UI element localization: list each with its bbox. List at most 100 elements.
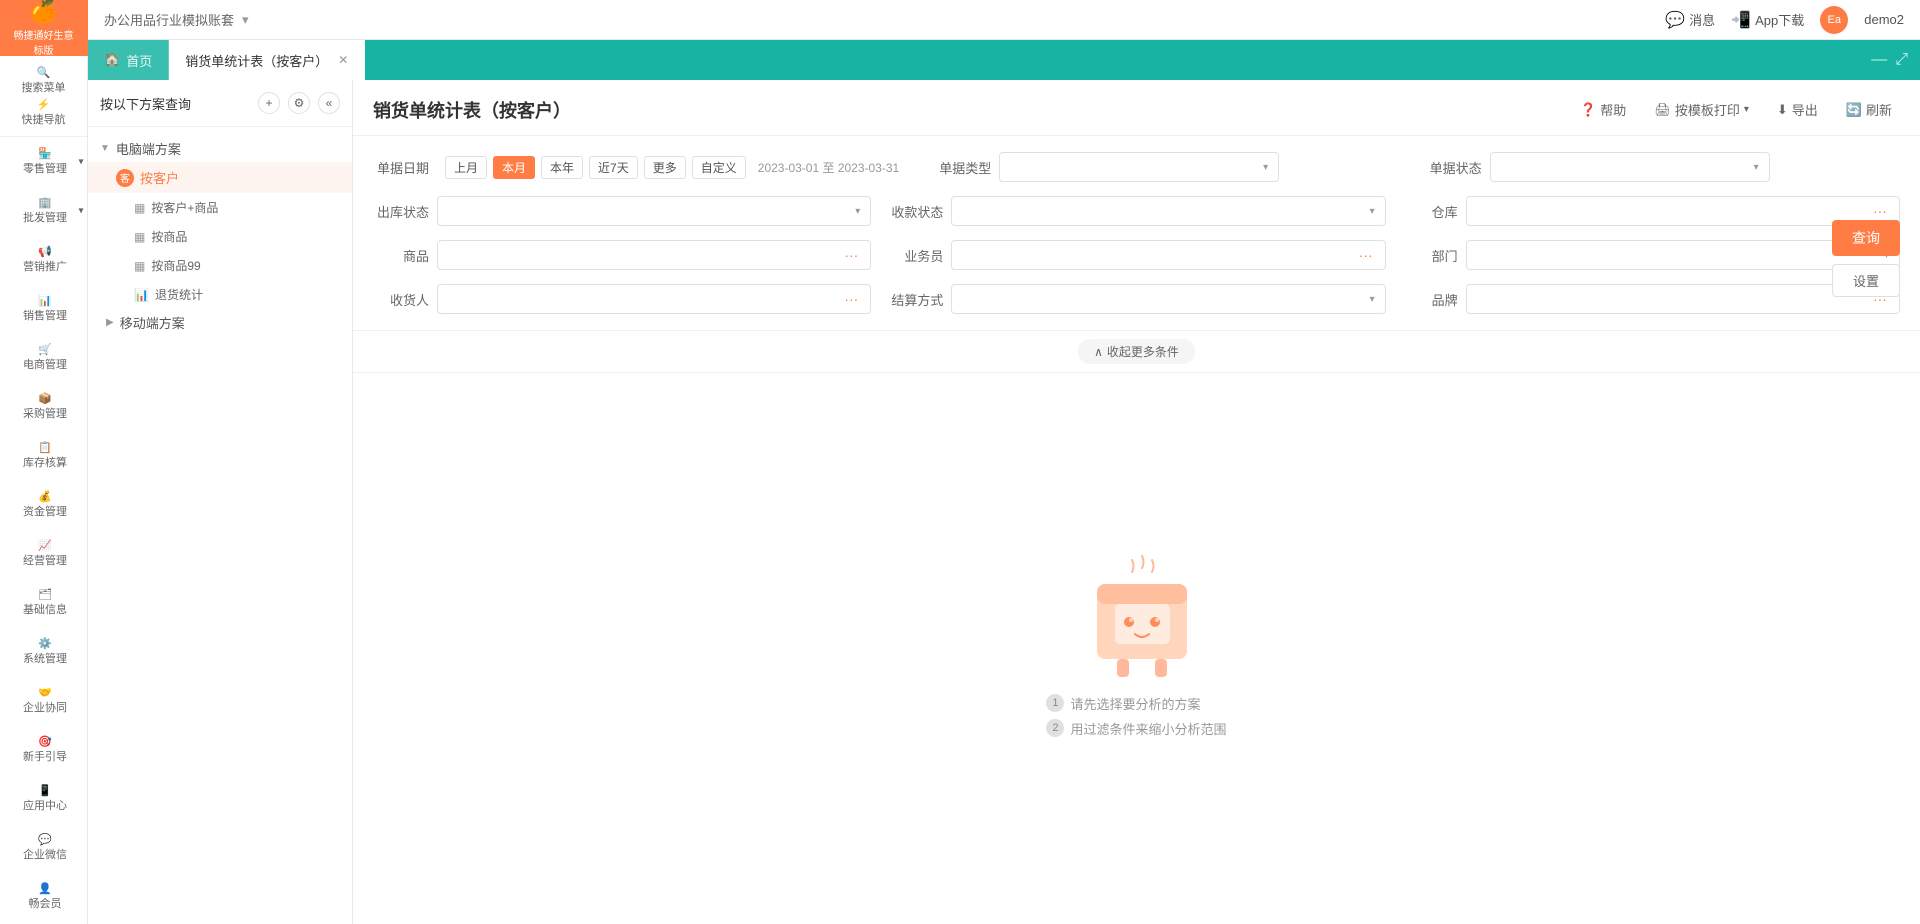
date-btn-7days[interactable]: 近7天 <box>589 156 638 179</box>
tab-sales-stats[interactable]: 销货单统计表（按客户） ✕ <box>169 40 365 80</box>
top-header: 办公用品行业模拟账套 ▾ 💬 消息 📲 App下载 Ea demo2 <box>88 0 1920 40</box>
sidebar-item-inventory[interactable]: 📋 库存核算 <box>0 431 88 480</box>
collapse-btn[interactable]: ∧ 收起更多条件 <box>1078 339 1195 364</box>
sidebar-item-operations[interactable]: 📈 经营管理 <box>0 529 88 578</box>
sidebar-item-sales[interactable]: 📊 销售管理 <box>0 284 88 333</box>
date-btn-prev-month[interactable]: 上月 <box>445 156 487 179</box>
settings-scheme-btn[interactable]: ⚙ <box>288 92 310 114</box>
print-icon: 🖨 <box>1654 102 1671 118</box>
receiver-label: 收货人 <box>373 290 429 309</box>
breadcrumb-arrow[interactable]: ▾ <box>242 12 249 28</box>
date-btn-more[interactable]: 更多 <box>644 156 686 179</box>
user-name: demo2 <box>1864 12 1904 27</box>
tab-minimize-btn[interactable]: — <box>1871 51 1887 69</box>
inventory-label: 库存核算 <box>23 454 67 470</box>
system-icon: ⚙️ <box>38 637 52 650</box>
tree-item-by-customer[interactable]: 客 按客户 <box>88 162 352 193</box>
outbound-select[interactable]: ▾ <box>437 196 871 226</box>
filter-row-1: 单据日期 上月 本月 本年 近7天 更多 自定义 2023-03-01 至 20… <box>373 152 1900 182</box>
appstore-label: 应用中心 <box>23 797 67 813</box>
tab-maximize-btn[interactable]: ⤢ <box>1895 51 1908 69</box>
doc-status-arrow: ▾ <box>1754 162 1759 173</box>
pc-group-title[interactable]: ▼ 电脑端方案 <box>88 135 352 162</box>
filter-area: 单据日期 上月 本月 本年 近7天 更多 自定义 2023-03-01 至 20… <box>353 136 1920 331</box>
right-content-wrapper: 销货单统计表（按客户） ❓ 帮助 🖨 按模板打印 ▾ ⬇ <box>353 80 1920 924</box>
filter-row-3: 商品 ··· 业务员 ··· <box>373 240 1900 270</box>
mobile-group-title[interactable]: ▶ 移动端方案 <box>88 309 352 336</box>
tab-sales-label: 销货单统计表（按客户） <box>185 51 328 70</box>
receiver-dots[interactable]: ··· <box>840 291 862 307</box>
doc-status-select[interactable]: ▾ <box>1490 152 1770 182</box>
template-print-btn[interactable]: 🖨 按模板打印 ▾ <box>1646 96 1757 123</box>
tree-item-by-product[interactable]: ▦ 按商品 <box>88 222 352 251</box>
product-dots[interactable]: ··· <box>840 247 862 263</box>
page-header-actions: ❓ 帮助 🖨 按模板打印 ▾ ⬇ 导出 🔄 <box>1572 96 1900 123</box>
left-panel-header: 按以下方案查询 + ⚙ « <box>88 80 352 127</box>
warehouse-dots[interactable]: ··· <box>1869 203 1891 219</box>
tab-close-icon[interactable]: ✕ <box>338 53 348 67</box>
shortcut-nav-item[interactable]: ⚡ 快捷导航 <box>4 96 84 128</box>
enterprise-icon: 🤝 <box>38 686 52 699</box>
export-btn[interactable]: ⬇ 导出 <box>1769 96 1826 123</box>
message-icon: 💬 <box>1665 10 1685 30</box>
sidebar-item-basic[interactable]: 🗂 基础信息 <box>0 578 88 627</box>
empty-svg <box>1077 554 1207 684</box>
salesperson-dots[interactable]: ··· <box>1355 247 1377 263</box>
sidebar-item-wechat[interactable]: 💬 企业微信 <box>0 823 88 872</box>
finance-icon: 💰 <box>38 490 52 503</box>
department-label: 部门 <box>1402 246 1458 265</box>
empty-state: 1 请先选择要分析的方案 2 用过滤条件来缩小分析范围 <box>353 373 1920 924</box>
settings-button[interactable]: 设置 <box>1832 264 1900 297</box>
tab-home-label: 首页 <box>126 51 152 70</box>
settlement-arrow: ▾ <box>1370 294 1375 305</box>
date-btn-this-year[interactable]: 本年 <box>541 156 583 179</box>
payment-arrow: ▾ <box>1370 206 1375 217</box>
tree-item-return-stats[interactable]: 📊 退货统计 <box>88 280 352 309</box>
retail-icon: 🏪 <box>38 147 52 160</box>
tab-home[interactable]: 🏠 首页 <box>88 40 169 80</box>
tree-item-by-customer-product[interactable]: ▦ 按客户+商品 <box>88 193 352 222</box>
sidebar-item-ecommerce[interactable]: 🛒 电商管理 <box>0 333 88 382</box>
add-scheme-btn[interactable]: + <box>258 92 280 114</box>
by-customer-product-label: 按客户+商品 <box>151 199 218 216</box>
collapse-panel-btn[interactable]: « <box>318 92 340 114</box>
operations-icon: 📈 <box>38 539 52 552</box>
wechat-icon: 💬 <box>38 833 52 846</box>
sidebar-item-finance[interactable]: 💰 资金管理 <box>0 480 88 529</box>
left-panel: 按以下方案查询 + ⚙ « ▼ 电脑端方案 客 按客户 ▦ <box>88 80 353 924</box>
newbie-label: 新手引导 <box>23 748 67 764</box>
message-btn[interactable]: 💬 消息 <box>1665 10 1715 30</box>
settlement-select[interactable]: ▾ <box>951 284 1385 314</box>
date-btn-custom[interactable]: 自定义 <box>692 156 746 179</box>
query-button[interactable]: 查询 <box>1832 220 1900 256</box>
payment-select[interactable]: ▾ <box>951 196 1385 226</box>
refresh-label: 刷新 <box>1866 100 1892 119</box>
content-area: 按以下方案查询 + ⚙ « ▼ 电脑端方案 客 按客户 ▦ <box>88 80 1920 924</box>
date-btn-this-month[interactable]: 本月 <box>493 156 535 179</box>
wholesale-label: 批发管理 <box>23 209 67 225</box>
help-btn[interactable]: ❓ 帮助 <box>1572 96 1634 123</box>
sidebar-item-system[interactable]: ⚙️ 系统管理 <box>0 627 88 676</box>
hint-num-1: 1 <box>1046 694 1064 712</box>
marketing-label: 营销推广 <box>23 258 67 274</box>
avatar[interactable]: Ea <box>1820 6 1848 34</box>
tree-item-by-product-99[interactable]: ▦ 按商品99 <box>88 251 352 280</box>
salesperson-input[interactable]: ··· <box>951 240 1385 270</box>
product-input[interactable]: ··· <box>437 240 871 270</box>
refresh-btn[interactable]: 🔄 刷新 <box>1838 96 1900 123</box>
sidebar-item-newbie[interactable]: 🎯 新手引导 <box>0 725 88 774</box>
home-icon: 🏠 <box>104 52 120 68</box>
salesperson-label: 业务员 <box>887 246 943 265</box>
sidebar-item-marketing[interactable]: 📢 营销推广 <box>0 235 88 284</box>
sidebar-item-appstore[interactable]: 📱 应用中心 <box>0 774 88 823</box>
sidebar-item-wholesale[interactable]: 🏢 批发管理 ▾ <box>0 186 88 235</box>
search-menu-item[interactable]: 🔍 搜索菜单 <box>4 64 84 96</box>
sidebar-item-enterprise[interactable]: 🤝 企业协同 <box>0 676 88 725</box>
pc-group-label: 电脑端方案 <box>116 139 181 158</box>
sidebar-item-retail[interactable]: 🏪 零售管理 ▾ <box>0 137 88 186</box>
receiver-input[interactable]: ··· <box>437 284 871 314</box>
sidebar-item-purchase[interactable]: 📦 采购管理 <box>0 382 88 431</box>
doc-type-select[interactable]: ▾ <box>999 152 1279 182</box>
sidebar-item-member[interactable]: 👤 畅会员 <box>0 872 88 921</box>
app-download-btn[interactable]: 📲 App下载 <box>1731 10 1804 30</box>
